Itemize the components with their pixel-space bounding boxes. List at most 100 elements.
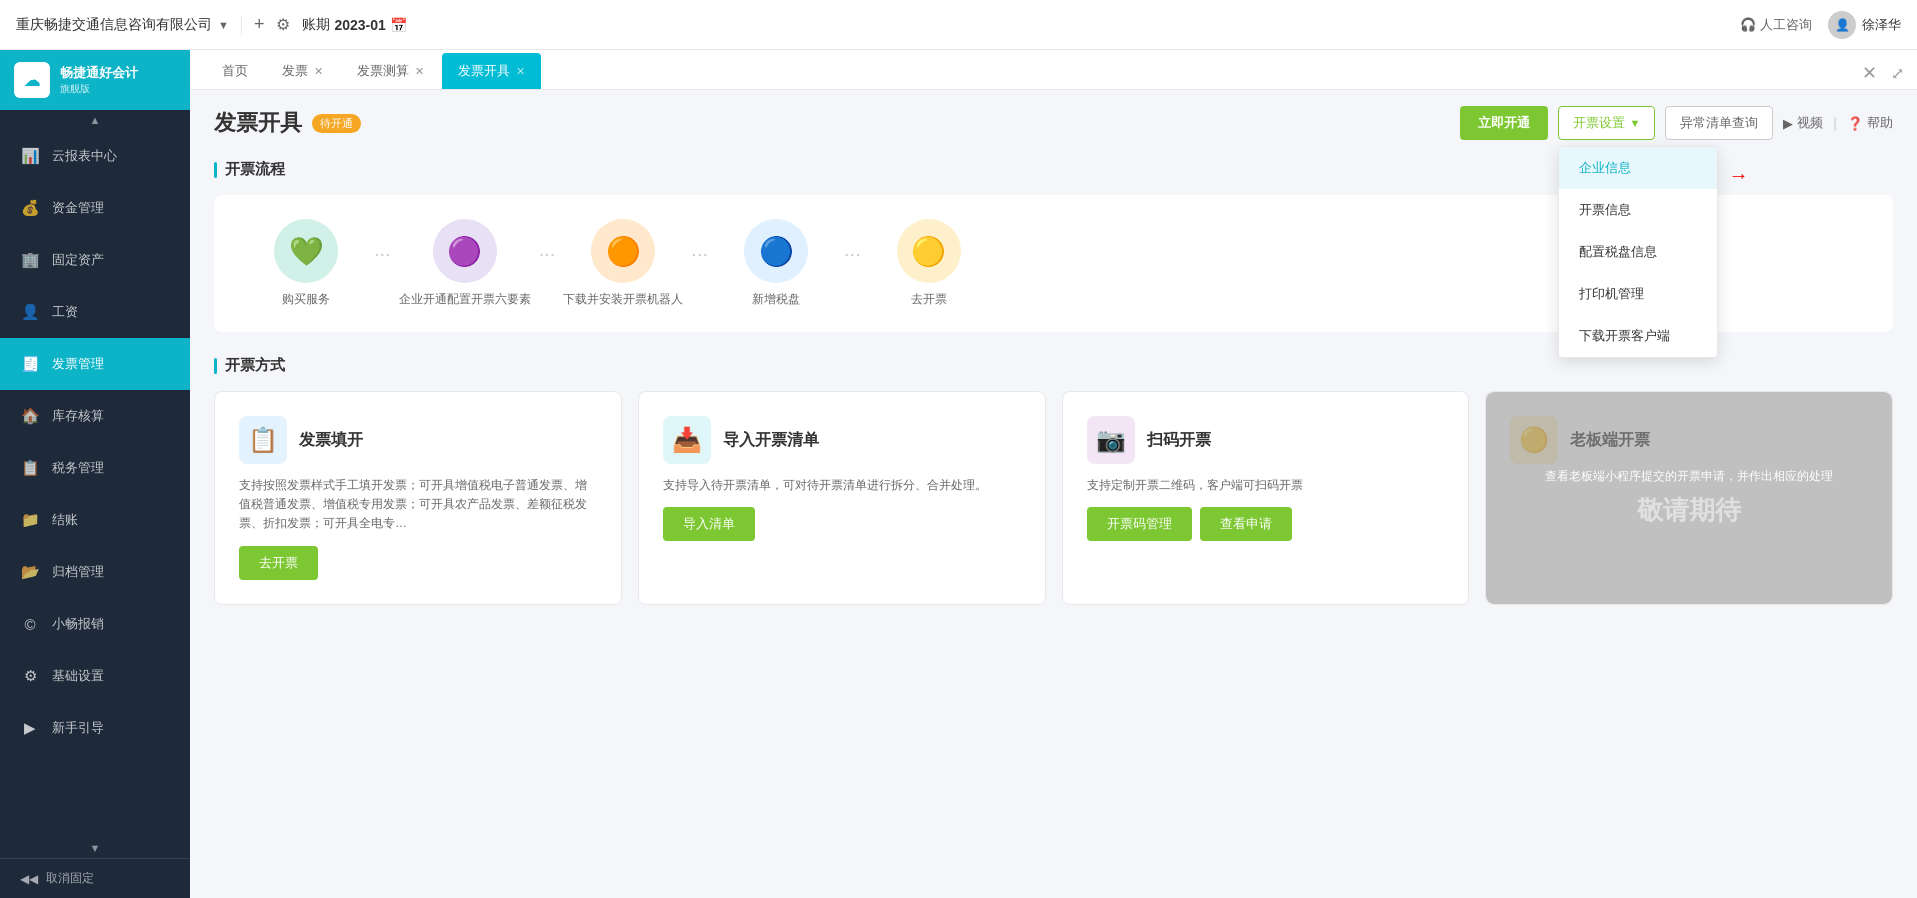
sidebar-scroll-down[interactable]: ▼ — [0, 838, 190, 858]
add-icon[interactable]: + — [254, 14, 265, 35]
invoice-settings-btn[interactable]: 开票设置 ▼ — [1558, 106, 1655, 140]
flow-step-2[interactable]: 🟠 下载并安装开票机器人 — [563, 219, 683, 308]
period-label: 账期 — [302, 16, 330, 34]
sidebar-items: 📊 云报表中心 💰 资金管理 🏢 固定资产 👤 工资 🧾 发票管理 🏠 库存核算… — [0, 130, 190, 838]
flow-step-0[interactable]: 💚 购买服务 — [246, 219, 366, 308]
settings-icon[interactable]: ⚙ — [276, 15, 290, 34]
tab-label: 首页 — [222, 62, 248, 80]
billing-card-icon: 📷 — [1087, 416, 1135, 464]
sidebar-label-new-guide: 新手引导 — [52, 719, 104, 737]
sidebar-icon-payroll: 👤 — [20, 302, 40, 322]
billing-card-btn-fill-invoice[interactable]: 去开票 — [239, 546, 318, 580]
divider-1 — [241, 15, 242, 35]
billing-card-header: 📥 导入开票清单 — [663, 416, 1021, 464]
dropdown-item-下载开票客户端[interactable]: 下载开票客户端 — [1559, 315, 1717, 357]
sidebar-icon-archive-mgmt: 📂 — [20, 562, 40, 582]
help-btn[interactable]: ❓ 帮助 — [1847, 114, 1893, 132]
overlay-watermark: 敬请期待 — [1637, 493, 1741, 528]
billing-card-title: 扫码开票 — [1147, 430, 1211, 451]
tab-发票开具[interactable]: 发票开具 ✕ — [442, 53, 541, 89]
sidebar-item-fixed-assets[interactable]: 🏢 固定资产 — [0, 234, 190, 286]
dropdown-item-开票信息[interactable]: 开票信息 — [1559, 189, 1717, 231]
sidebar-bottom-action[interactable]: ◀◀ 取消固定 — [0, 858, 190, 898]
billing-card-btn-import-invoice[interactable]: 导入清单 — [663, 507, 755, 541]
immediate-open-btn[interactable]: 立即开通 — [1460, 106, 1548, 140]
sidebar-label-invoice-mgmt: 发票管理 — [52, 355, 104, 373]
tabs: 首页发票✕发票测算✕发票开具✕ — [206, 53, 541, 89]
tab-首页[interactable]: 首页 — [206, 53, 264, 89]
flow-step-3[interactable]: 🔵 新增税盘 — [716, 219, 836, 308]
billing-card-header: 📷 扫码开票 — [1087, 416, 1445, 464]
abnormal-query-btn[interactable]: 异常清单查询 — [1665, 106, 1773, 140]
sidebar-icon-fund-mgmt: 💰 — [20, 198, 40, 218]
sidebar-item-archive-mgmt[interactable]: 📂 归档管理 — [0, 546, 190, 598]
flow-step-label-0: 购买服务 — [282, 291, 330, 308]
user-info[interactable]: 👤 徐泽华 — [1828, 11, 1901, 39]
main-layout: ☁ 畅捷通好会计 旗舰版 ▲ 📊 云报表中心 💰 资金管理 🏢 固定资产 👤 工… — [0, 50, 1917, 898]
status-badge: 待开通 — [312, 114, 361, 133]
billing-card-header: 📋 发票填开 — [239, 416, 597, 464]
close-tab-btn[interactable]: ✕ — [1857, 61, 1881, 85]
headphone-icon: 🎧 — [1740, 17, 1756, 32]
help-label: 帮助 — [1867, 114, 1893, 132]
billing-card-title: 发票填开 — [299, 430, 363, 451]
sidebar-icon-basic-settings: ⚙ — [20, 666, 40, 686]
dropdown-menu: 企业信息开票信息配置税盘信息打印机管理下载开票客户端 — [1558, 146, 1718, 358]
tab-label: 发票 — [282, 62, 308, 80]
flow-step-icon-4: 🟡 — [897, 219, 961, 283]
flow-step-1[interactable]: 🟣 企业开通配置开票六要素 — [399, 219, 531, 308]
tab-close-icon[interactable]: ✕ — [516, 65, 525, 78]
page-title-wrap: 发票开具 待开通 — [214, 108, 361, 138]
tab-发票测算[interactable]: 发票测算✕ — [341, 53, 440, 89]
sidebar-icon-xiaochang: © — [20, 614, 40, 634]
billing-card-icon: 📋 — [239, 416, 287, 464]
play-icon: ▶ — [1783, 116, 1793, 131]
sidebar-item-new-guide[interactable]: ▶ 新手引导 — [0, 702, 190, 754]
sidebar-icon-tax-mgmt: 📋 — [20, 458, 40, 478]
page-header: 发票开具 待开通 立即开通 开票设置 ▼ 企业信息开票信息配置税盘信 — [190, 90, 1917, 152]
sidebar-icon-settlement: 📁 — [20, 510, 40, 530]
title-bar — [214, 162, 217, 178]
sidebar-item-inventory[interactable]: 🏠 库存核算 — [0, 390, 190, 442]
company-selector[interactable]: 重庆畅捷交通信息咨询有限公司 ▼ — [16, 16, 229, 34]
sidebar-label-tax-mgmt: 税务管理 — [52, 459, 104, 477]
sidebar-item-fund-mgmt[interactable]: 💰 资金管理 — [0, 182, 190, 234]
sidebar-item-settlement[interactable]: 📁 结账 — [0, 494, 190, 546]
user-name: 徐泽华 — [1862, 16, 1901, 34]
flow-step-4[interactable]: 🟡 去开票 — [869, 219, 989, 308]
sidebar-item-xiaochang[interactable]: © 小畅报销 — [0, 598, 190, 650]
support-btn[interactable]: 🎧 人工咨询 — [1740, 16, 1812, 34]
logo-text: 畅捷通好会计 — [60, 64, 138, 82]
tab-close-icon[interactable]: ✕ — [415, 65, 424, 78]
flow-step-icon-3: 🔵 — [744, 219, 808, 283]
dropdown-item-配置税盘信息[interactable]: 配置税盘信息 — [1559, 231, 1717, 273]
sidebar-item-payroll[interactable]: 👤 工资 — [0, 286, 190, 338]
logo-text-wrap: 畅捷通好会计 旗舰版 — [60, 64, 138, 96]
sidebar-item-cloud-report[interactable]: 📊 云报表中心 — [0, 130, 190, 182]
sidebar-label-xiaochang: 小畅报销 — [52, 615, 104, 633]
sidebar-item-tax-mgmt[interactable]: 📋 税务管理 — [0, 442, 190, 494]
billing-card-btn2-scan-invoice[interactable]: 查看申请 — [1200, 507, 1292, 541]
flow-step-label-2: 下载并安装开票机器人 — [563, 291, 683, 308]
billing-card-desc: 支持定制开票二维码，客户端可扫码开票 — [1087, 476, 1445, 495]
title-bar-2 — [214, 358, 217, 374]
sidebar-item-basic-settings[interactable]: ⚙ 基础设置 — [0, 650, 190, 702]
billing-card-actions: 开票码管理 查看申请 — [1087, 507, 1445, 541]
dropdown-item-打印机管理[interactable]: 打印机管理 — [1559, 273, 1717, 315]
billing-card-actions: 导入清单 — [663, 507, 1021, 541]
sidebar-scroll-up[interactable]: ▲ — [0, 110, 190, 130]
billing-card-btn-scan-invoice[interactable]: 开票码管理 — [1087, 507, 1192, 541]
video-btn[interactable]: ▶ 视频 — [1783, 114, 1823, 132]
calendar-icon[interactable]: 📅 — [390, 17, 407, 33]
billing-card-fill-invoice: 📋 发票填开 支持按照发票样式手工填开发票；可开具增值税电子普通发票、增值税普通… — [214, 391, 622, 605]
billing-cards: 📋 发票填开 支持按照发票样式手工填开发票；可开具增值税电子普通发票、增值税普通… — [214, 391, 1893, 605]
top-bar: 重庆畅捷交通信息咨询有限公司 ▼ + ⚙ 账期 2023-01 📅 🎧 人工咨询… — [0, 0, 1917, 50]
sidebar-item-invoice-mgmt[interactable]: 🧾 发票管理 — [0, 338, 190, 390]
tab-发票[interactable]: 发票 ✕ — [266, 53, 339, 89]
tab-close-icon[interactable]: ✕ — [314, 65, 323, 78]
arrow-indicator: → — [1728, 164, 1748, 187]
tab-label: 发票开具 — [458, 62, 510, 80]
sidebar-label-payroll: 工资 — [52, 303, 78, 321]
expand-btn[interactable]: ⤢ — [1885, 61, 1909, 85]
dropdown-item-企业信息[interactable]: 企业信息 — [1559, 147, 1717, 189]
